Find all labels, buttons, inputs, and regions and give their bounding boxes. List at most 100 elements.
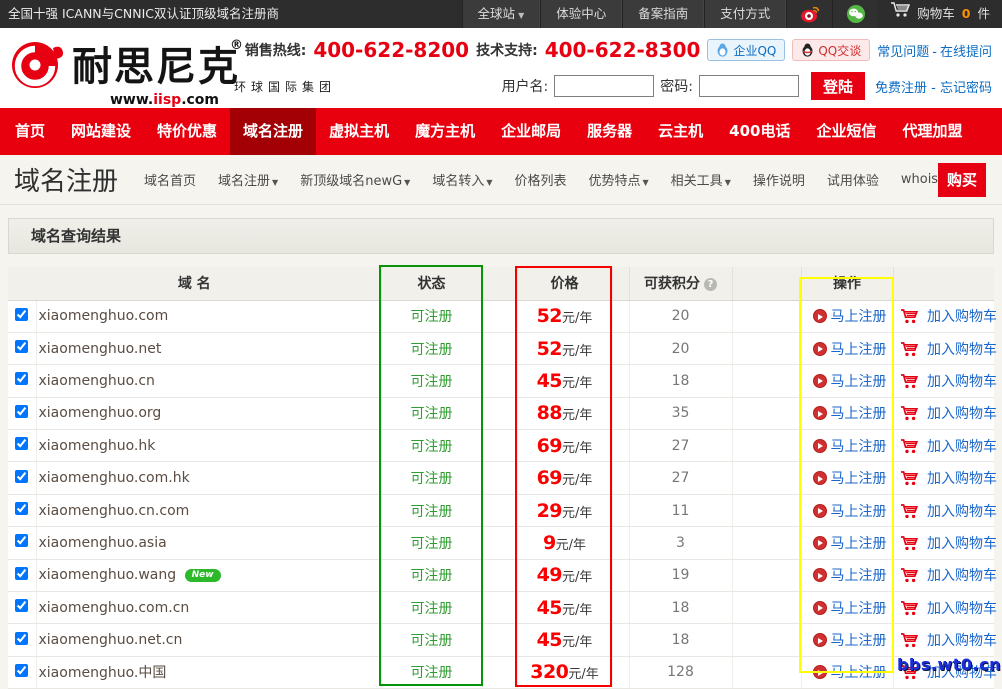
register-icon (812, 503, 827, 518)
chevron-down-icon: ▼ (724, 178, 731, 187)
domain-checkbox[interactable] (15, 502, 29, 516)
nav-item-2[interactable]: 网站建设 (58, 108, 144, 155)
forgot-password-link[interactable]: 忘记密码 (940, 81, 992, 96)
price-unit: 元/年 (555, 537, 587, 553)
register-now-link[interactable]: 马上注册 (831, 439, 887, 455)
points-help-icon[interactable]: ? (704, 278, 717, 292)
nav-item-7[interactable]: 企业邮局 (488, 108, 574, 155)
username-input[interactable] (554, 75, 655, 97)
subnav-item-2[interactable]: 域名注册 ▼ (218, 170, 278, 189)
topbar-link-1[interactable]: 全球站 ▼ (461, 0, 541, 28)
add-to-cart-link[interactable]: 加入购物车 (927, 504, 997, 520)
add-cart-icon (900, 471, 927, 487)
register-now-link[interactable]: 马上注册 (831, 536, 887, 552)
price-cell: 52元/年 (517, 332, 613, 366)
add-to-cart-link[interactable]: 加入购物车 (927, 374, 997, 390)
register-now-link[interactable]: 马上注册 (831, 601, 887, 617)
add-to-cart-link[interactable]: 加入购物车 (927, 406, 997, 422)
points-value: 3 (629, 526, 733, 560)
status-label: 可注册 (410, 309, 453, 326)
nav-item-3[interactable]: 特价优惠 (144, 108, 230, 155)
topbar-link-4[interactable]: 支付方式 (704, 0, 787, 28)
subnav-item-9[interactable]: 试用体验 (827, 170, 879, 189)
topbar-link-3[interactable]: 备案指南 (622, 0, 705, 28)
password-input[interactable] (699, 75, 799, 97)
faq-link[interactable]: 常见问题 (877, 45, 929, 60)
free-register-link[interactable]: 免费注册 (875, 81, 927, 96)
nav-item-6[interactable]: 魔方主机 (402, 108, 488, 155)
add-to-cart-link[interactable]: 加入购物车 (927, 309, 997, 325)
subnav-item-7[interactable]: 相关工具 ▼ (671, 170, 731, 189)
status-label: 可注册 (410, 665, 453, 682)
domain-checkbox[interactable] (15, 663, 29, 677)
register-now-link[interactable]: 马上注册 (831, 471, 887, 487)
subnav-item-3[interactable]: 新顶级域名newG ▼ (300, 170, 410, 189)
subnav-item-4[interactable]: 域名转入 ▼ (432, 170, 492, 189)
subnav-item-6[interactable]: 优势特点 ▼ (589, 170, 649, 189)
online-ask-link[interactable]: 在线提问 (940, 45, 992, 60)
nav-item-10[interactable]: 400电话 (716, 108, 803, 155)
register-now-link[interactable]: 马上注册 (831, 406, 887, 422)
nav-item-5[interactable]: 虚拟主机 (316, 108, 402, 155)
qq-chat-button[interactable]: QQ交谈 (792, 39, 871, 61)
domain-checkbox[interactable] (15, 469, 29, 483)
cart-link[interactable]: 购物车 0 件 (878, 0, 1002, 28)
domain-checkbox[interactable] (15, 599, 29, 613)
nav-item-9[interactable]: 云主机 (645, 108, 716, 155)
sales-hotline-number: 400-622-8200 (313, 38, 470, 62)
buy-button[interactable]: 购买 (938, 162, 986, 197)
price-unit: 元/年 (562, 440, 593, 456)
nav-item-1[interactable]: 首页 (2, 108, 58, 155)
subnav-item-1[interactable]: 域名首页 (144, 170, 196, 189)
password-label: 密码: (660, 79, 693, 95)
domain-checkbox[interactable] (15, 631, 29, 645)
register-now-link[interactable]: 马上注册 (831, 568, 887, 584)
login-button[interactable]: 登陆 (811, 72, 865, 100)
add-to-cart-link[interactable]: 加入购物车 (927, 536, 997, 552)
status-label: 可注册 (410, 633, 453, 650)
add-to-cart-link[interactable]: 加入购物车 (927, 471, 997, 487)
domain-checkbox[interactable] (15, 340, 29, 354)
register-now-link[interactable]: 马上注册 (831, 374, 887, 390)
add-cart-icon (900, 374, 927, 390)
chevron-down-icon: ▼ (404, 178, 411, 187)
logo-title: 耐思尼克 (72, 44, 240, 90)
add-to-cart-link[interactable]: 加入购物车 (927, 439, 997, 455)
add-to-cart-link[interactable]: 加入购物车 (927, 568, 997, 584)
register-now-link[interactable]: 马上注册 (831, 633, 887, 649)
topbar-link-2[interactable]: 体验中心 (540, 0, 623, 28)
domain-checkbox[interactable] (15, 437, 29, 451)
results-table-body: xiaomenghuo.com New 可注册 52元/年 20 马上注册 加入… (8, 300, 997, 689)
subnav-item-10[interactable]: whois (901, 172, 938, 187)
username-label: 用户名: (501, 79, 549, 95)
add-to-cart-link[interactable]: 加入购物车 (927, 633, 997, 649)
domain-checkbox[interactable] (15, 404, 29, 418)
nav-item-4[interactable]: 域名注册 (230, 108, 317, 155)
register-now-link[interactable]: 马上注册 (831, 309, 887, 325)
register-now-link[interactable]: 马上注册 (831, 504, 887, 520)
nav-item-12[interactable]: 代理加盟 (889, 108, 975, 155)
status-label: 可注册 (410, 600, 453, 617)
domain-name: xiaomenghuo.net (38, 340, 162, 357)
price-value: 52 (536, 337, 563, 360)
nav-item-11[interactable]: 企业短信 (803, 108, 889, 155)
price-unit: 元/年 (562, 602, 593, 618)
weibo-icon[interactable] (786, 0, 833, 28)
domain-checkbox[interactable] (15, 534, 29, 548)
qq-penguin-black-icon (802, 43, 813, 57)
subnav-item-8[interactable]: 操作说明 (753, 170, 805, 189)
status-label: 可注册 (410, 341, 453, 358)
nav-item-8[interactable]: 服务器 (574, 108, 645, 155)
domain-checkbox[interactable] (15, 566, 29, 580)
domain-checkbox[interactable] (15, 307, 29, 321)
add-cart-icon (900, 600, 927, 617)
wechat-icon[interactable] (832, 0, 879, 28)
sales-hotline-label: 销售热线: (244, 43, 307, 59)
enterprise-qq-button[interactable]: 企业QQ (707, 39, 786, 61)
register-now-link[interactable]: 马上注册 (831, 665, 887, 681)
subnav-item-5[interactable]: 价格列表 (514, 170, 566, 189)
add-to-cart-link[interactable]: 加入购物车 (927, 342, 997, 358)
register-now-link[interactable]: 马上注册 (831, 342, 887, 358)
add-to-cart-link[interactable]: 加入购物车 (927, 601, 997, 617)
domain-checkbox[interactable] (15, 372, 29, 386)
